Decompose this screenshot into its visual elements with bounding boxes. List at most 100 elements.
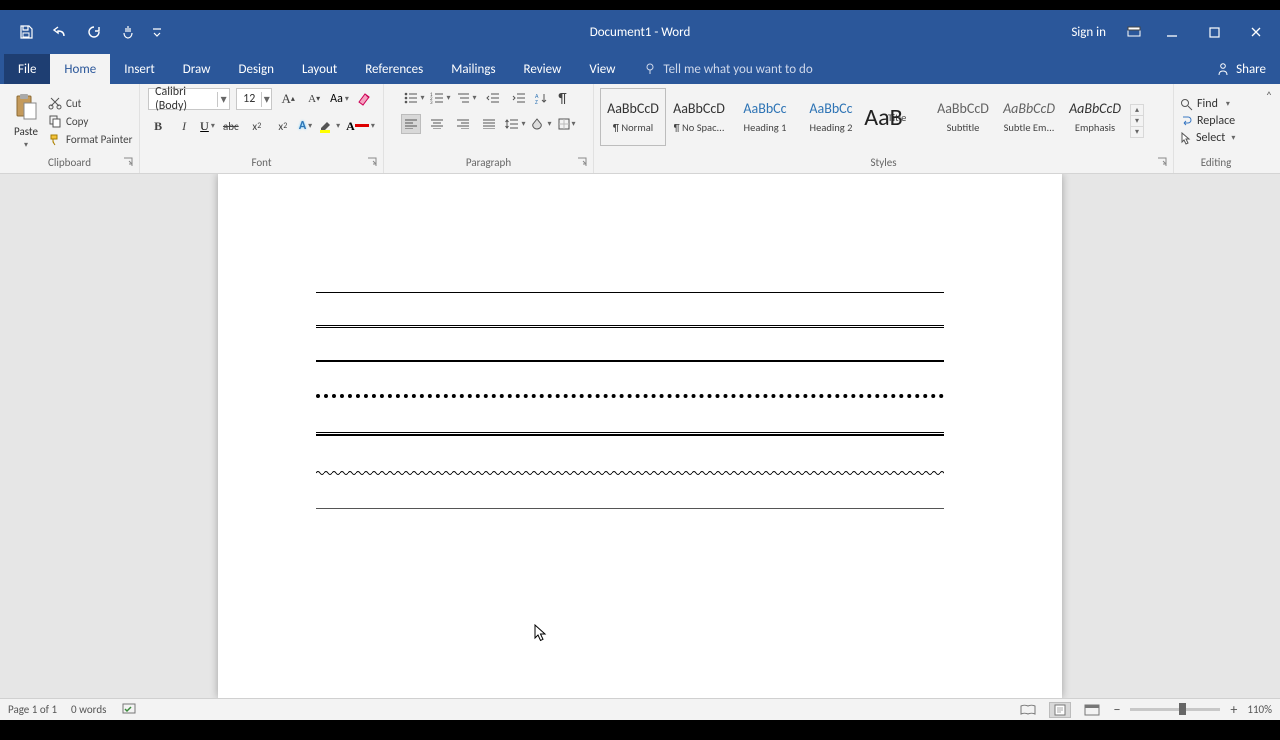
select-button[interactable]: Select▾ <box>1180 131 1235 145</box>
copy-button[interactable]: Copy <box>48 114 132 128</box>
touch-mode-icon[interactable] <box>118 22 138 42</box>
font-name-combo[interactable]: Calibri (Body)▾ <box>148 88 230 110</box>
style-subtle-em-[interactable]: AaBbCcDSubtle Em... <box>996 88 1062 146</box>
close-icon[interactable] <box>1246 22 1266 42</box>
text-effects-icon[interactable]: A▾ <box>299 119 312 133</box>
highlight-icon[interactable]: ▾ <box>318 119 340 133</box>
paste-button[interactable]: Paste ▾ <box>6 88 46 154</box>
style-title[interactable]: AaBTitle <box>864 88 930 146</box>
tell-me-placeholder: Tell me what you want to do <box>663 62 812 77</box>
zoom-out-button[interactable]: − <box>1113 701 1120 718</box>
maximize-icon[interactable] <box>1204 22 1224 42</box>
web-layout-icon[interactable] <box>1081 702 1103 718</box>
horizontal-rule-thick <box>316 360 944 362</box>
align-left-icon[interactable] <box>401 114 421 134</box>
window-title: Document1 - Word <box>590 25 691 40</box>
numbering-icon[interactable]: 123▾ <box>430 92 450 104</box>
superscript-icon[interactable]: x2 <box>273 116 293 136</box>
redo-icon[interactable] <box>84 22 104 42</box>
font-dialog-launcher-icon[interactable] <box>367 157 379 169</box>
print-layout-icon[interactable] <box>1049 702 1071 718</box>
shading-icon[interactable]: ▾ <box>531 118 551 130</box>
decrease-indent-icon[interactable] <box>483 88 503 108</box>
collapse-ribbon-icon[interactable]: ˄ <box>1258 84 1280 173</box>
horizontal-rule-wavy <box>316 470 944 476</box>
horizontal-rule-dbl <box>316 325 944 328</box>
tab-file[interactable]: File <box>4 54 50 84</box>
svg-text:3: 3 <box>430 100 433 104</box>
styles-group-label: Styles <box>600 154 1167 173</box>
justify-icon[interactable] <box>479 114 499 134</box>
ribbon-display-icon[interactable] <box>1124 22 1144 42</box>
save-icon[interactable] <box>16 22 36 42</box>
tab-design[interactable]: Design <box>224 54 287 84</box>
horizontal-rule-triple <box>316 432 944 436</box>
font-size-combo[interactable]: 12▾ <box>236 88 272 110</box>
multilevel-list-icon[interactable]: ▾ <box>457 92 477 104</box>
clipboard-dialog-launcher-icon[interactable] <box>123 157 135 169</box>
tab-references[interactable]: References <box>351 54 437 84</box>
minimize-icon[interactable] <box>1162 22 1182 42</box>
tab-layout[interactable]: Layout <box>288 54 351 84</box>
undo-icon[interactable] <box>50 22 70 42</box>
align-right-icon[interactable] <box>453 114 473 134</box>
styles-up-icon[interactable]: ▴ <box>1131 105 1143 116</box>
styles-dialog-launcher-icon[interactable] <box>1157 157 1169 169</box>
style-emphasis[interactable]: AaBbCcDEmphasis <box>1062 88 1128 146</box>
document-page[interactable] <box>218 174 1062 698</box>
increase-indent-icon[interactable] <box>509 88 529 108</box>
bold-icon[interactable]: B <box>148 116 168 136</box>
word-count[interactable]: 0 words <box>71 703 106 716</box>
sort-icon[interactable]: AZ <box>535 92 547 104</box>
styles-scrollbar[interactable]: ▴ ▾ ▾ <box>1130 104 1144 138</box>
clear-formatting-icon[interactable] <box>355 89 375 109</box>
read-mode-icon[interactable] <box>1017 702 1039 718</box>
align-center-icon[interactable] <box>427 114 447 134</box>
zoom-slider[interactable] <box>1130 708 1220 711</box>
spellcheck-icon[interactable] <box>120 700 140 720</box>
tab-review[interactable]: Review <box>510 54 576 84</box>
style-heading-2[interactable]: AaBbCcHeading 2 <box>798 88 864 146</box>
strikethrough-icon[interactable]: abc <box>221 116 241 136</box>
bullets-icon[interactable]: ▾ <box>404 92 424 104</box>
borders-icon[interactable]: ▾ <box>558 118 576 130</box>
change-case-icon[interactable]: Aa▾ <box>330 92 349 106</box>
find-button[interactable]: Find▾ <box>1180 97 1235 111</box>
line-spacing-icon[interactable]: ▾ <box>505 118 525 130</box>
tab-mailings[interactable]: Mailings <box>437 54 509 84</box>
tab-home[interactable]: Home <box>50 54 110 84</box>
zoom-level[interactable]: 110% <box>1247 703 1272 716</box>
grow-font-icon[interactable]: A▴ <box>278 89 298 109</box>
horizontal-rule-last <box>316 508 944 509</box>
horizontal-rule-thin <box>316 292 944 293</box>
style--no-spac-[interactable]: AaBbCcD¶ No Spac... <box>666 88 732 146</box>
qat-customize-icon[interactable] <box>152 22 162 42</box>
style--normal[interactable]: AaBbCcD¶ Normal <box>600 88 666 146</box>
zoom-in-button[interactable]: + <box>1230 701 1237 718</box>
svg-text:Z: Z <box>535 98 538 104</box>
sign-in-button[interactable]: Sign in <box>1071 25 1106 40</box>
style-heading-1[interactable]: AaBbCcHeading 1 <box>732 88 798 146</box>
italic-icon[interactable]: I <box>174 116 194 136</box>
styles-expand-icon[interactable]: ▾ <box>1131 127 1143 137</box>
show-hide-icon[interactable]: ¶ <box>553 88 573 108</box>
subscript-icon[interactable]: x2 <box>247 116 267 136</box>
replace-button[interactable]: Replace <box>1180 114 1235 128</box>
underline-icon[interactable]: U▾ <box>200 119 215 134</box>
font-color-icon[interactable]: A▾ <box>346 119 375 134</box>
page-indicator[interactable]: Page 1 of 1 <box>8 703 57 716</box>
tab-insert[interactable]: Insert <box>110 54 169 84</box>
format-painter-button[interactable]: Format Painter <box>48 132 132 146</box>
clipboard-group-label: Clipboard <box>6 154 133 173</box>
shrink-font-icon[interactable]: A▾ <box>304 89 324 109</box>
share-button[interactable]: Share <box>1202 54 1280 84</box>
styles-down-icon[interactable]: ▾ <box>1131 116 1143 127</box>
editing-group-label: Editing <box>1180 154 1252 173</box>
tab-draw[interactable]: Draw <box>169 54 225 84</box>
cut-button[interactable]: Cut <box>48 96 132 110</box>
paragraph-dialog-launcher-icon[interactable] <box>577 157 589 169</box>
tab-view[interactable]: View <box>575 54 629 84</box>
style-subtitle[interactable]: AaBbCcDSubtitle <box>930 88 996 146</box>
tell-me-search[interactable]: Tell me what you want to do <box>643 54 812 84</box>
font-group-label: Font <box>146 154 377 173</box>
